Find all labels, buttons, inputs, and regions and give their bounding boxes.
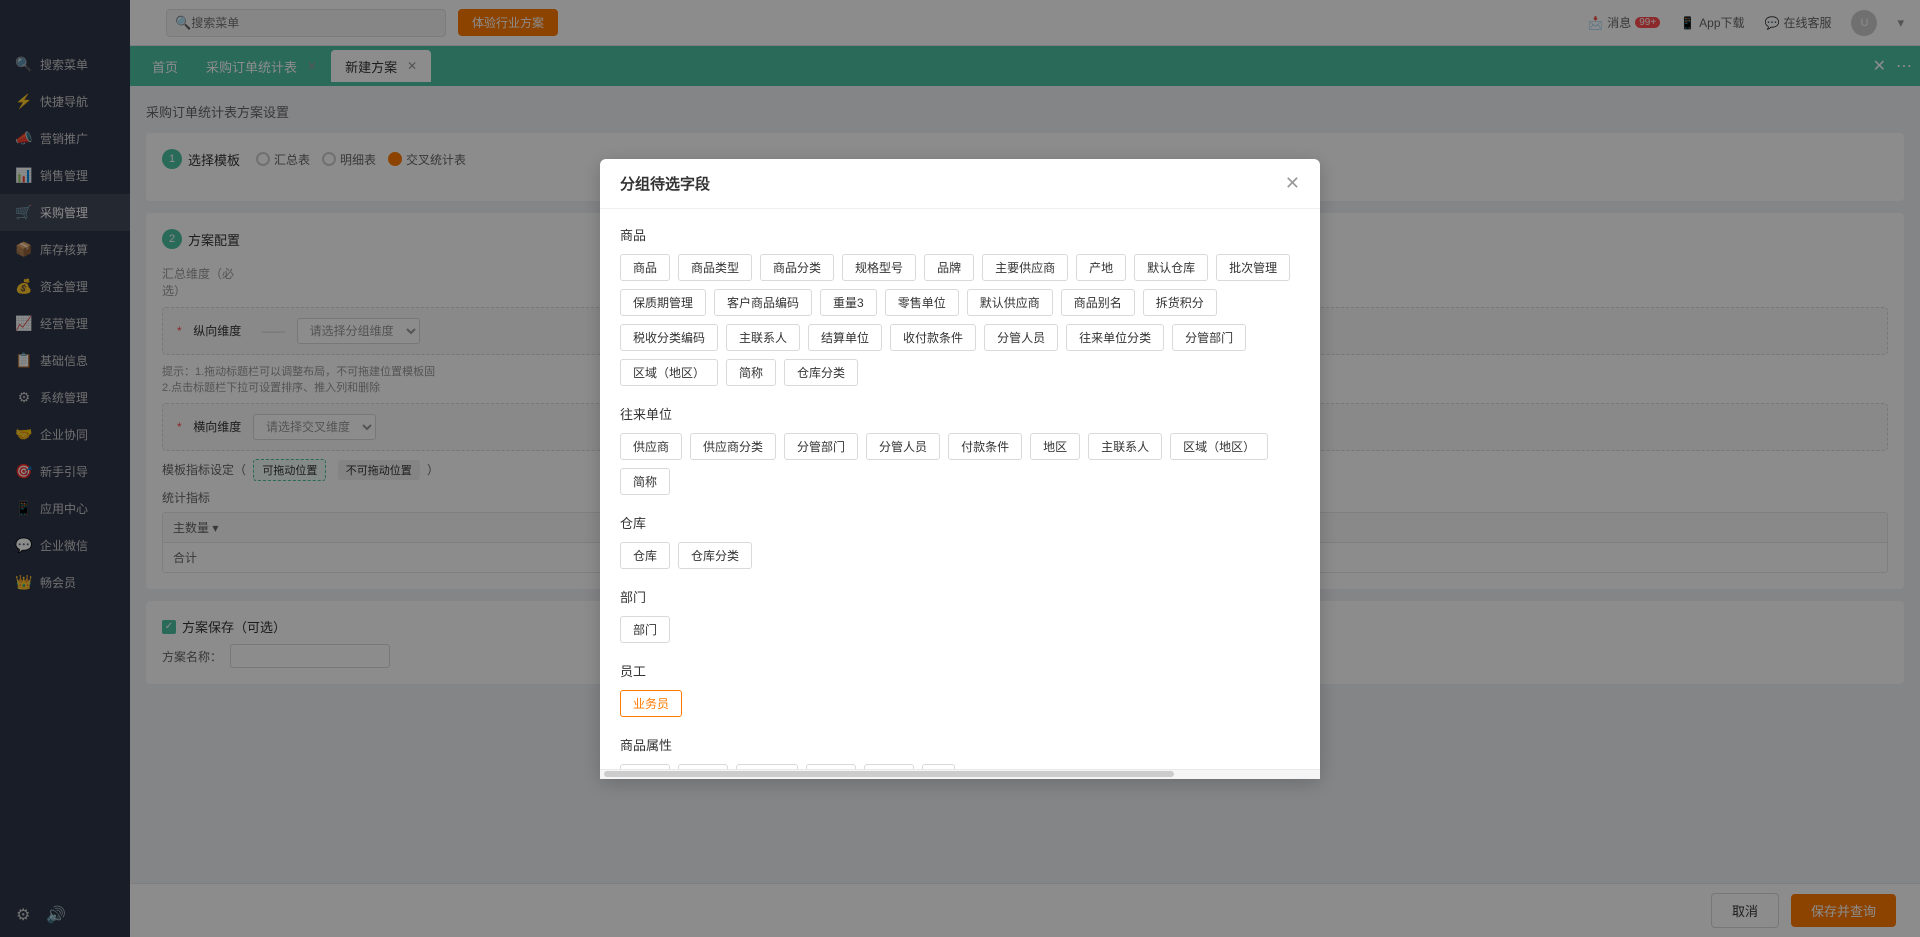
field-tag-0-20[interactable]: 分管人员 <box>984 324 1058 351</box>
field-tag-0-11[interactable]: 重量3 <box>820 289 877 316</box>
field-tag-1-0[interactable]: 供应商 <box>620 433 682 460</box>
modal-dialog: 分组待选字段 ✕ 商品商品商品类型商品分类规格型号品牌主要供应商产地默认仓库批次… <box>600 159 1320 779</box>
field-tag-0-0[interactable]: 商品 <box>620 254 670 281</box>
field-section-0: 商品商品商品类型商品分类规格型号品牌主要供应商产地默认仓库批次管理保质期管理客户… <box>620 225 1300 386</box>
field-tag-0-24[interactable]: 简称 <box>726 359 776 386</box>
field-tag-1-7[interactable]: 区域（地区） <box>1170 433 1268 460</box>
field-tag-4-0[interactable]: 业务员 <box>620 690 682 717</box>
field-tag-0-2[interactable]: 商品分类 <box>760 254 834 281</box>
modal-close-button[interactable]: ✕ <box>1285 173 1300 194</box>
field-tag-1-6[interactable]: 主联系人 <box>1088 433 1162 460</box>
field-tag-0-21[interactable]: 往来单位分类 <box>1066 324 1164 351</box>
field-tag-2-1[interactable]: 仓库分类 <box>678 542 752 569</box>
field-section-title-1: 往来单位 <box>620 404 1300 423</box>
field-tag-0-5[interactable]: 主要供应商 <box>982 254 1068 281</box>
field-section-5: 商品属性属性颜色多规格尺码鞋码1 <box>620 735 1300 769</box>
field-tag-0-14[interactable]: 商品别名 <box>1061 289 1135 316</box>
field-tag-0-16[interactable]: 税收分类编码 <box>620 324 718 351</box>
field-section-title-4: 员工 <box>620 661 1300 680</box>
field-tag-0-3[interactable]: 规格型号 <box>842 254 916 281</box>
field-tag-0-25[interactable]: 仓库分类 <box>784 359 858 386</box>
field-tag-0-18[interactable]: 结算单位 <box>808 324 882 351</box>
field-section-title-3: 部门 <box>620 587 1300 606</box>
field-tags-4: 业务员 <box>620 690 1300 717</box>
field-tag-2-0[interactable]: 仓库 <box>620 542 670 569</box>
field-section-title-2: 仓库 <box>620 513 1300 532</box>
field-tag-0-6[interactable]: 产地 <box>1076 254 1126 281</box>
field-tag-0-1[interactable]: 商品类型 <box>678 254 752 281</box>
field-tag-1-8[interactable]: 简称 <box>620 468 670 495</box>
field-tags-0: 商品商品类型商品分类规格型号品牌主要供应商产地默认仓库批次管理保质期管理客户商品… <box>620 254 1300 386</box>
field-tag-3-0[interactable]: 部门 <box>620 616 670 643</box>
field-section-title-5: 商品属性 <box>620 735 1300 754</box>
field-tag-0-23[interactable]: 区域（地区） <box>620 359 718 386</box>
field-section-4: 员工业务员 <box>620 661 1300 717</box>
field-tag-0-10[interactable]: 客户商品编码 <box>714 289 812 316</box>
modal-overlay: 分组待选字段 ✕ 商品商品商品类型商品分类规格型号品牌主要供应商产地默认仓库批次… <box>0 0 1920 937</box>
field-tag-0-19[interactable]: 收付款条件 <box>890 324 976 351</box>
field-tag-0-7[interactable]: 默认仓库 <box>1134 254 1208 281</box>
field-section-2: 仓库仓库仓库分类 <box>620 513 1300 569</box>
field-section-title-0: 商品 <box>620 225 1300 244</box>
field-tag-1-3[interactable]: 分管人员 <box>866 433 940 460</box>
field-tag-0-13[interactable]: 默认供应商 <box>967 289 1053 316</box>
field-tag-1-2[interactable]: 分管部门 <box>784 433 858 460</box>
field-tag-0-9[interactable]: 保质期管理 <box>620 289 706 316</box>
field-tag-0-8[interactable]: 批次管理 <box>1216 254 1290 281</box>
field-tag-0-17[interactable]: 主联系人 <box>726 324 800 351</box>
field-tag-0-15[interactable]: 拆货积分 <box>1143 289 1217 316</box>
field-tag-1-4[interactable]: 付款条件 <box>948 433 1022 460</box>
modal-scrollbar-thumb <box>604 771 1174 777</box>
modal-scrollbar[interactable] <box>600 769 1320 779</box>
modal-body[interactable]: 商品商品商品类型商品分类规格型号品牌主要供应商产地默认仓库批次管理保质期管理客户… <box>600 209 1320 769</box>
field-section-3: 部门部门 <box>620 587 1300 643</box>
field-tag-0-22[interactable]: 分管部门 <box>1172 324 1246 351</box>
field-tag-0-12[interactable]: 零售单位 <box>885 289 959 316</box>
field-tags-3: 部门 <box>620 616 1300 643</box>
field-tags-1: 供应商供应商分类分管部门分管人员付款条件地区主联系人区域（地区） 简称 <box>620 433 1300 495</box>
field-tags-2: 仓库仓库分类 <box>620 542 1300 569</box>
modal-header: 分组待选字段 ✕ <box>600 159 1320 209</box>
field-tag-0-4[interactable]: 品牌 <box>924 254 974 281</box>
field-tag-1-1[interactable]: 供应商分类 <box>690 433 776 460</box>
modal-title: 分组待选字段 <box>620 173 710 194</box>
field-section-1: 往来单位供应商供应商分类分管部门分管人员付款条件地区主联系人区域（地区） 简称 <box>620 404 1300 495</box>
field-tag-1-5[interactable]: 地区 <box>1030 433 1080 460</box>
